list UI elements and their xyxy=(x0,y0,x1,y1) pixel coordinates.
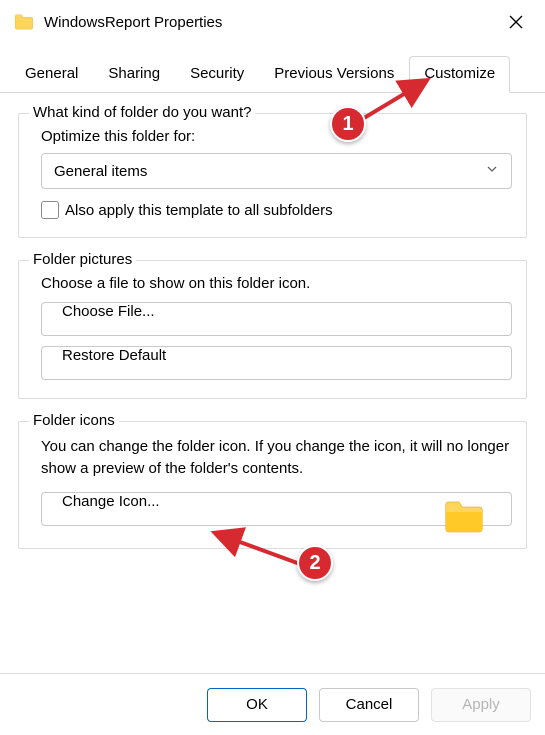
optimize-label: Optimize this folder for: xyxy=(33,124,512,153)
optimize-select[interactable]: General items xyxy=(41,153,512,189)
choose-file-button[interactable]: Choose File... xyxy=(41,302,512,336)
folder-icon xyxy=(14,14,34,30)
titlebar: WindowsReport Properties xyxy=(0,0,545,44)
dialog-footer: OK Cancel Apply xyxy=(0,673,545,735)
folder-icon-preview xyxy=(444,500,484,534)
group-folder-icons: Folder icons You can change the folder i… xyxy=(18,421,527,549)
tab-sharing[interactable]: Sharing xyxy=(93,56,175,92)
group-folder-kind-legend: What kind of folder do you want? xyxy=(29,104,255,121)
chevron-down-icon xyxy=(485,162,499,180)
restore-default-button[interactable]: Restore Default xyxy=(41,346,512,380)
optimize-select-value: General items xyxy=(54,163,147,180)
tab-strip: General Sharing Security Previous Versio… xyxy=(0,56,545,93)
cancel-button[interactable]: Cancel xyxy=(319,688,419,722)
tab-content: What kind of folder do you want? Optimiz… xyxy=(0,93,545,549)
apply-subfolders-label: Also apply this template to all subfolde… xyxy=(65,202,333,219)
group-folder-kind: What kind of folder do you want? Optimiz… xyxy=(18,113,527,238)
folder-pictures-help: Choose a file to show on this folder ico… xyxy=(33,271,512,302)
group-folder-icons-legend: Folder icons xyxy=(29,412,119,429)
group-folder-pictures: Folder pictures Choose a file to show on… xyxy=(18,260,527,399)
ok-button[interactable]: OK xyxy=(207,688,307,722)
folder-icons-help: You can change the folder icon. If you c… xyxy=(33,432,512,492)
annotation-badge-1: 1 xyxy=(330,106,366,142)
annotation-badge-2: 2 xyxy=(297,545,333,581)
apply-button: Apply xyxy=(431,688,531,722)
change-icon-button[interactable]: Change Icon... xyxy=(41,492,512,526)
tab-security[interactable]: Security xyxy=(175,56,259,92)
group-folder-pictures-legend: Folder pictures xyxy=(29,251,136,268)
close-button[interactable] xyxy=(501,7,531,37)
apply-subfolders-row[interactable]: Also apply this template to all subfolde… xyxy=(33,189,512,219)
window-title: WindowsReport Properties xyxy=(44,14,222,31)
apply-subfolders-checkbox[interactable] xyxy=(41,201,59,219)
tab-customize[interactable]: Customize xyxy=(409,56,510,93)
tab-previous-versions[interactable]: Previous Versions xyxy=(259,56,409,92)
tab-general[interactable]: General xyxy=(10,56,93,92)
